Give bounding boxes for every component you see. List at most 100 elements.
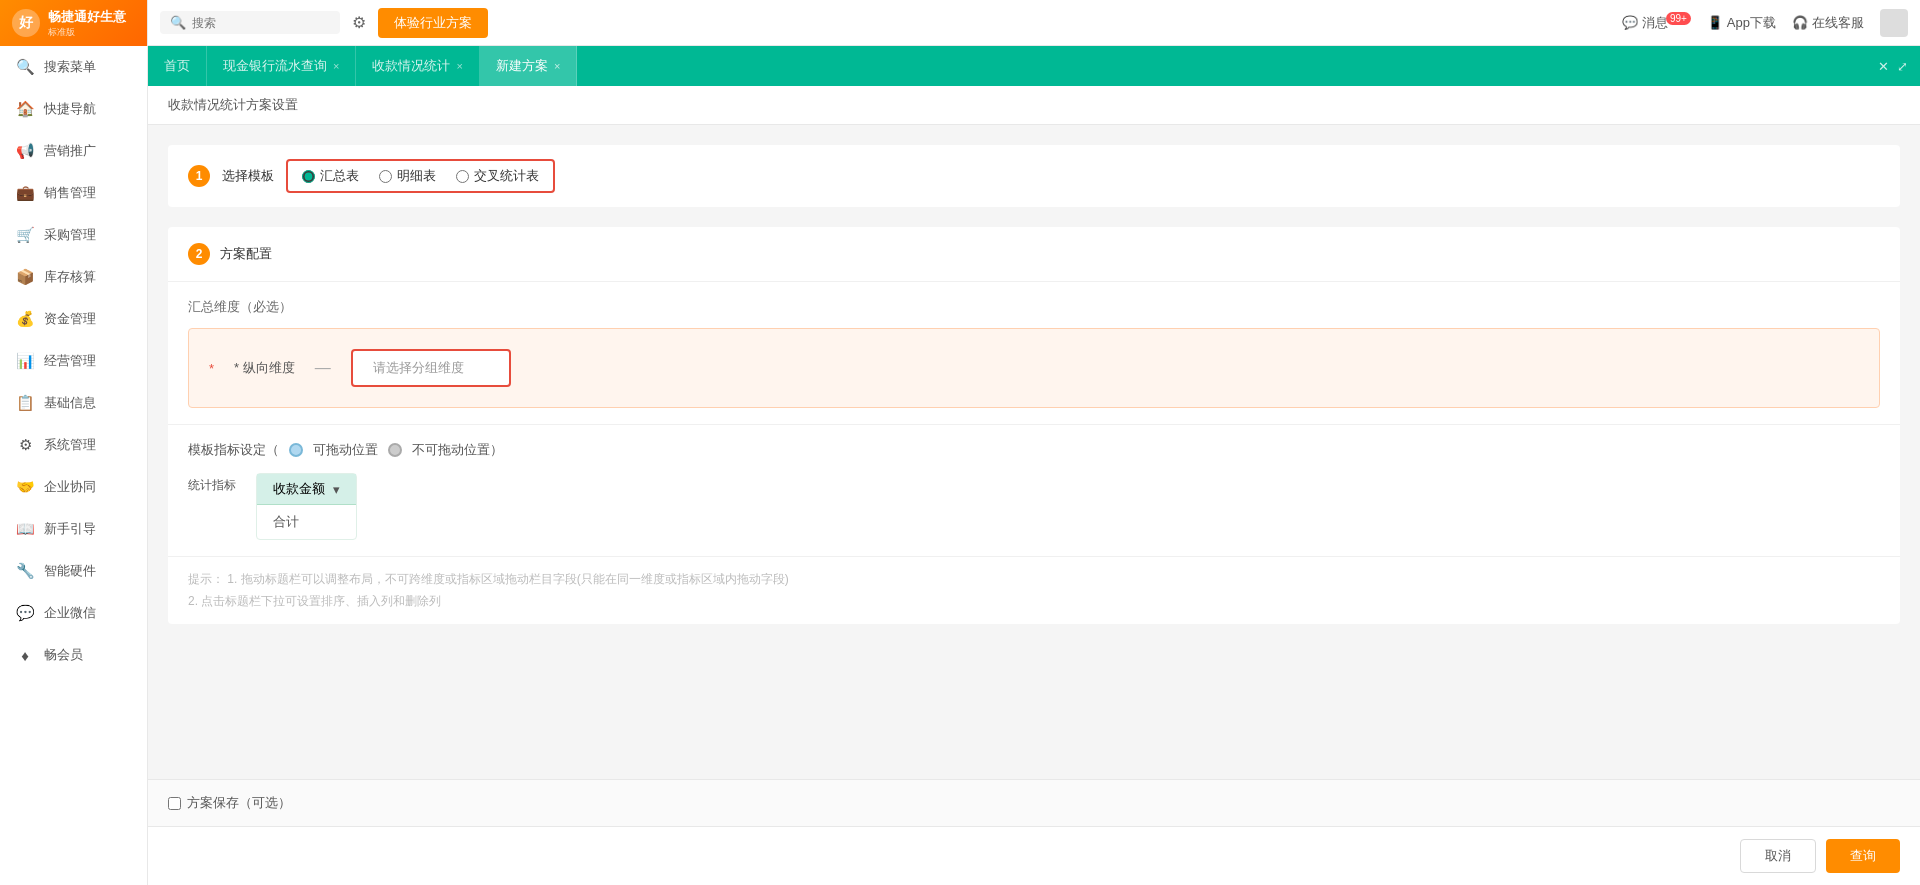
metrics-table-container: 收款金额 ▾ 合计 (256, 473, 357, 540)
radio-summary[interactable]: 汇总表 (302, 167, 359, 185)
finance-icon: 💰 (16, 310, 34, 328)
breadcrumb-text: 收款情况统计方案设置 (168, 97, 298, 112)
sidebar-item-operations[interactable]: 📊 经营管理 (0, 340, 147, 382)
basicinfo-icon: 📋 (16, 394, 34, 412)
query-button[interactable]: 查询 (1826, 839, 1900, 873)
footer-bar: 取消 查询 (148, 826, 1920, 885)
avatar[interactable] (1880, 9, 1908, 37)
required-mark: * (209, 361, 214, 376)
non-draggable-dot (388, 443, 402, 457)
sidebar: 好 畅捷通好生意 标准版 🔍 搜索菜单 🏠 快捷导航 📢 营销推广 💼 销售管理… (0, 0, 148, 885)
sidebar-item-label: 营销推广 (44, 142, 96, 160)
sidebar-item-label: 新手引导 (44, 520, 96, 538)
radio-detail-input[interactable] (379, 170, 392, 183)
metrics-header: 模板指标设定（ 可拖动位置 不可拖动位置） (188, 441, 1880, 459)
dimension-row-label: * 纵向维度 (234, 359, 295, 377)
service-label: 在线客服 (1812, 14, 1864, 32)
sidebar-item-guide[interactable]: 📖 新手引导 (0, 508, 147, 550)
step2-section: 2 方案配置 汇总维度（必选） * * 纵向维度 — 请选择分组维度 (168, 227, 1900, 624)
tab-cashflow-close[interactable]: × (333, 60, 339, 72)
sidebar-item-finance[interactable]: 💰 资金管理 (0, 298, 147, 340)
sidebar-item-inventory[interactable]: 📦 库存核算 (0, 256, 147, 298)
hint-line-1: 提示： 1. 拖动标题栏可以调整布局，不可跨维度或指标区域拖动栏目字段(只能在同… (188, 569, 1880, 591)
dimension-select[interactable]: 请选择分组维度 (351, 349, 511, 387)
gear-icon[interactable]: ⚙ (348, 9, 370, 36)
tab-home[interactable]: 首页 (148, 46, 207, 86)
tab-newplan-close[interactable]: × (554, 60, 560, 72)
sidebar-item-label: 企业协同 (44, 478, 96, 496)
notification-label: 消息 (1642, 14, 1668, 32)
service-item[interactable]: 🎧 在线客服 (1792, 14, 1864, 32)
sales-icon: 💼 (16, 184, 34, 202)
search-input[interactable] (192, 16, 322, 30)
step1-row: 1 选择模板 汇总表 明细表 交叉统计表 (188, 159, 1880, 193)
logo-text: 畅捷通好生意 (48, 8, 126, 26)
sidebar-item-label: 经营管理 (44, 352, 96, 370)
content-area: 收款情况统计方案设置 1 选择模板 汇总表 明细表 (148, 86, 1920, 885)
radio-summary-input[interactable] (302, 170, 315, 183)
inventory-icon: 📦 (16, 268, 34, 286)
search-box[interactable]: 🔍 (160, 11, 340, 34)
logo-icon: 好 (12, 9, 40, 37)
download-item[interactable]: 📱 App下载 (1707, 14, 1776, 32)
main-area: 🔍 ⚙ 体验行业方案 💬 消息 99+ 📱 App下载 🎧 在线客服 (148, 0, 1920, 885)
sidebar-item-system[interactable]: ⚙ 系统管理 (0, 424, 147, 466)
form-area: 1 选择模板 汇总表 明细表 交叉统计表 (148, 125, 1920, 779)
wechat-icon: 💬 (16, 604, 34, 622)
tab-home-label: 首页 (164, 57, 190, 75)
sidebar-item-sales[interactable]: 💼 销售管理 (0, 172, 147, 214)
sidebar-item-hardware[interactable]: 🔧 智能硬件 (0, 550, 147, 592)
metrics-layout: 统计指标 收款金额 ▾ 合计 (188, 473, 1880, 540)
tab-cashflow[interactable]: 现金银行流水查询 × (207, 46, 356, 86)
sidebar-item-enterprise[interactable]: 🤝 企业协同 (0, 466, 147, 508)
tab-receipts[interactable]: 收款情况统计 × (356, 46, 479, 86)
radio-detail-label: 明细表 (397, 167, 436, 185)
window-expand-icon[interactable]: ⤢ (1897, 59, 1908, 74)
sidebar-item-search[interactable]: 🔍 搜索菜单 (0, 46, 147, 88)
sidebar-item-label: 销售管理 (44, 184, 96, 202)
notification-item[interactable]: 💬 消息 99+ (1622, 14, 1691, 32)
tab-newplan-label: 新建方案 (496, 57, 548, 75)
page-breadcrumb: 收款情况统计方案设置 (148, 86, 1920, 125)
purchase-icon: 🛒 (16, 226, 34, 244)
metrics-data-row: 合计 (257, 505, 356, 539)
sidebar-item-member[interactable]: ♦ 畅会员 (0, 634, 147, 676)
operations-icon: 📊 (16, 352, 34, 370)
download-label: App下载 (1727, 14, 1776, 32)
save-checkbox[interactable] (168, 797, 181, 810)
dimension-arrow: — (315, 359, 331, 377)
sidebar-item-basicinfo[interactable]: 📋 基础信息 (0, 382, 147, 424)
radio-summary-label: 汇总表 (320, 167, 359, 185)
notification-badge: 99+ (1666, 12, 1691, 25)
sidebar-item-label: 搜索菜单 (44, 58, 96, 76)
sidebar-logo: 好 畅捷通好生意 标准版 (0, 0, 147, 46)
sidebar-item-label: 采购管理 (44, 226, 96, 244)
sidebar-item-nav[interactable]: 🏠 快捷导航 (0, 88, 147, 130)
system-icon: ⚙ (16, 436, 34, 454)
sidebar-item-purchase[interactable]: 🛒 采购管理 (0, 214, 147, 256)
window-controls: ✕ ⤢ (1866, 46, 1920, 86)
draggable-label: 可拖动位置 (313, 441, 378, 459)
window-close-icon[interactable]: ✕ (1878, 59, 1889, 74)
metrics-header-row: 收款金额 ▾ (257, 474, 356, 505)
metrics-dropdown-icon[interactable]: ▾ (333, 482, 340, 497)
industry-btn[interactable]: 体验行业方案 (378, 8, 488, 38)
sidebar-item-marketing[interactable]: 📢 营销推广 (0, 130, 147, 172)
radio-detail[interactable]: 明细表 (379, 167, 436, 185)
sidebar-item-wechat[interactable]: 💬 企业微信 (0, 592, 147, 634)
template-radio-group: 汇总表 明细表 交叉统计表 (286, 159, 555, 193)
radio-cross-input[interactable] (456, 170, 469, 183)
member-icon: ♦ (16, 647, 34, 664)
tab-newplan[interactable]: 新建方案 × (480, 46, 577, 86)
search-icon: 🔍 (170, 15, 186, 30)
save-checkbox-item[interactable]: 方案保存（可选） (168, 794, 291, 812)
cancel-button[interactable]: 取消 (1740, 839, 1816, 873)
logo-edition: 标准版 (48, 26, 126, 39)
metrics-section: 模板指标设定（ 可拖动位置 不可拖动位置） 统计指标 收款金额 (168, 424, 1900, 556)
tab-receipts-close[interactable]: × (456, 60, 462, 72)
metrics-row-value: 合计 (273, 514, 299, 529)
radio-cross[interactable]: 交叉统计表 (456, 167, 539, 185)
tab-receipts-label: 收款情况统计 (372, 57, 450, 75)
sidebar-item-label: 企业微信 (44, 604, 96, 622)
step2-label: 方案配置 (220, 245, 272, 263)
